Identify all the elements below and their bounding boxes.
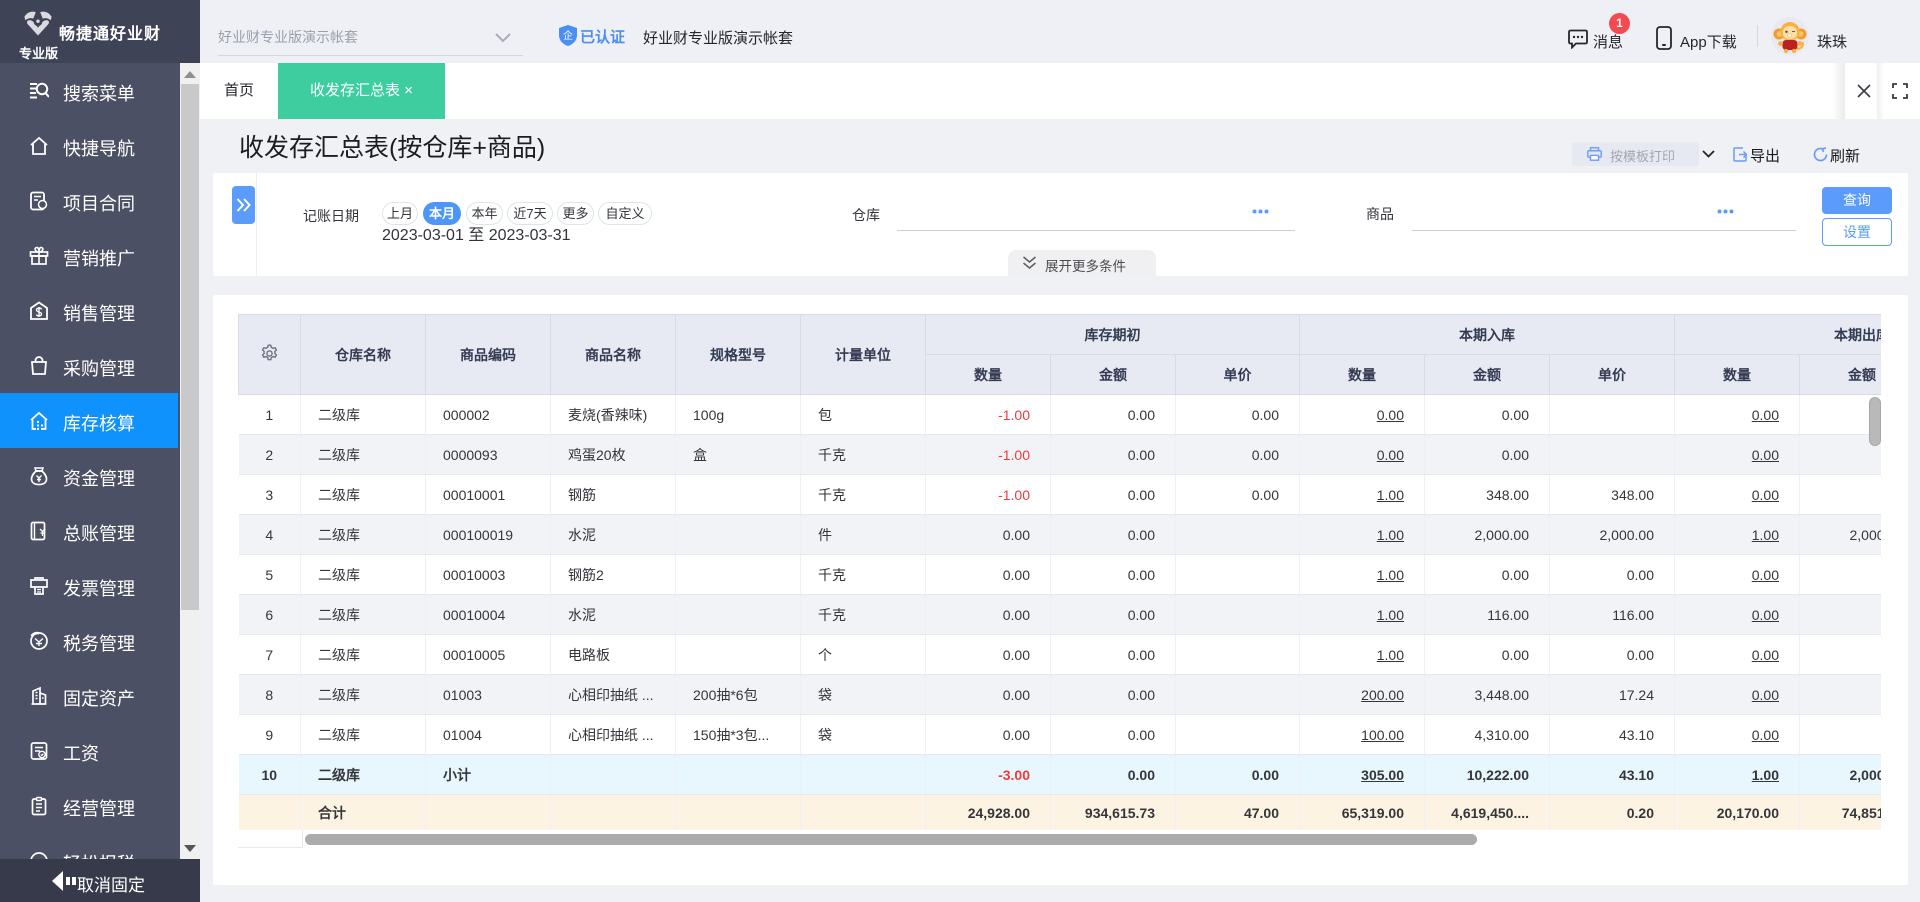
svg-text:企: 企 [563,29,573,42]
